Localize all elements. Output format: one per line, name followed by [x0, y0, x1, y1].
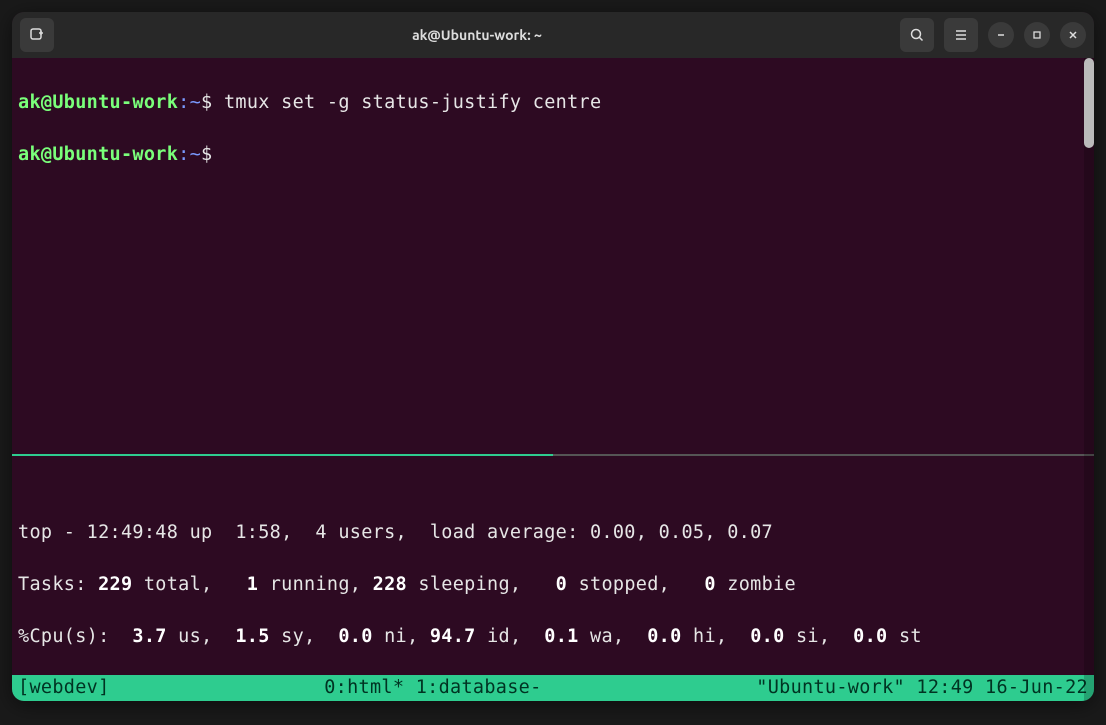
titlebar: ak@Ubuntu-work: ~: [12, 12, 1094, 58]
tmux-pane-divider[interactable]: [12, 454, 1094, 456]
maximize-button[interactable]: [1024, 22, 1050, 48]
search-button[interactable]: [900, 18, 934, 52]
prompt-symbol: $: [201, 92, 212, 113]
new-tab-button[interactable]: [20, 18, 54, 52]
new-tab-icon: [29, 27, 45, 43]
scrollbar-thumb[interactable]: [1084, 58, 1094, 148]
terminal-window: ak@Ubuntu-work: ~: [12, 12, 1094, 701]
maximize-icon: [1032, 30, 1042, 40]
minimize-icon: [996, 30, 1006, 40]
prompt-line-1: ak@Ubuntu-work:~$ tmux set -g status-jus…: [18, 90, 1088, 116]
top-cpu-line: %Cpu(s): 3.7 us, 1.5 sy, 0.0 ni, 94.7 id…: [18, 624, 1088, 650]
blank-area: [18, 194, 1088, 428]
command-text: tmux set -g status-justify centre: [224, 92, 601, 113]
terminal-body[interactable]: ak@Ubuntu-work:~$ tmux set -g status-jus…: [12, 58, 1094, 701]
close-button[interactable]: [1060, 22, 1086, 48]
scrollbar[interactable]: [1084, 58, 1094, 701]
tmux-status-bar: [webdev] 0:html* 1:database- "Ubuntu-wor…: [12, 675, 1094, 701]
search-icon: [909, 27, 925, 43]
tmux-window-list[interactable]: 0:html* 1:database-: [110, 675, 757, 701]
hamburger-icon: [953, 27, 969, 43]
window-title: ak@Ubuntu-work: ~: [54, 27, 900, 43]
minimize-button[interactable]: [988, 22, 1014, 48]
prompt-line-2: ak@Ubuntu-work:~$: [18, 142, 1088, 168]
close-icon: [1068, 30, 1078, 40]
tmux-status-right: "Ubuntu-work" 12:49 16-Jun-22: [756, 675, 1088, 701]
prompt-path: ~: [190, 92, 201, 113]
top-summary-line-1: top - 12:49:48 up 1:58, 4 users, load av…: [18, 520, 1088, 546]
prompt-user: ak@Ubuntu-work: [18, 92, 178, 113]
top-tasks-line: Tasks: 229 total, 1 running, 228 sleepin…: [18, 572, 1088, 598]
tmux-session-name[interactable]: [webdev]: [18, 675, 110, 701]
hamburger-menu-button[interactable]: [944, 18, 978, 52]
